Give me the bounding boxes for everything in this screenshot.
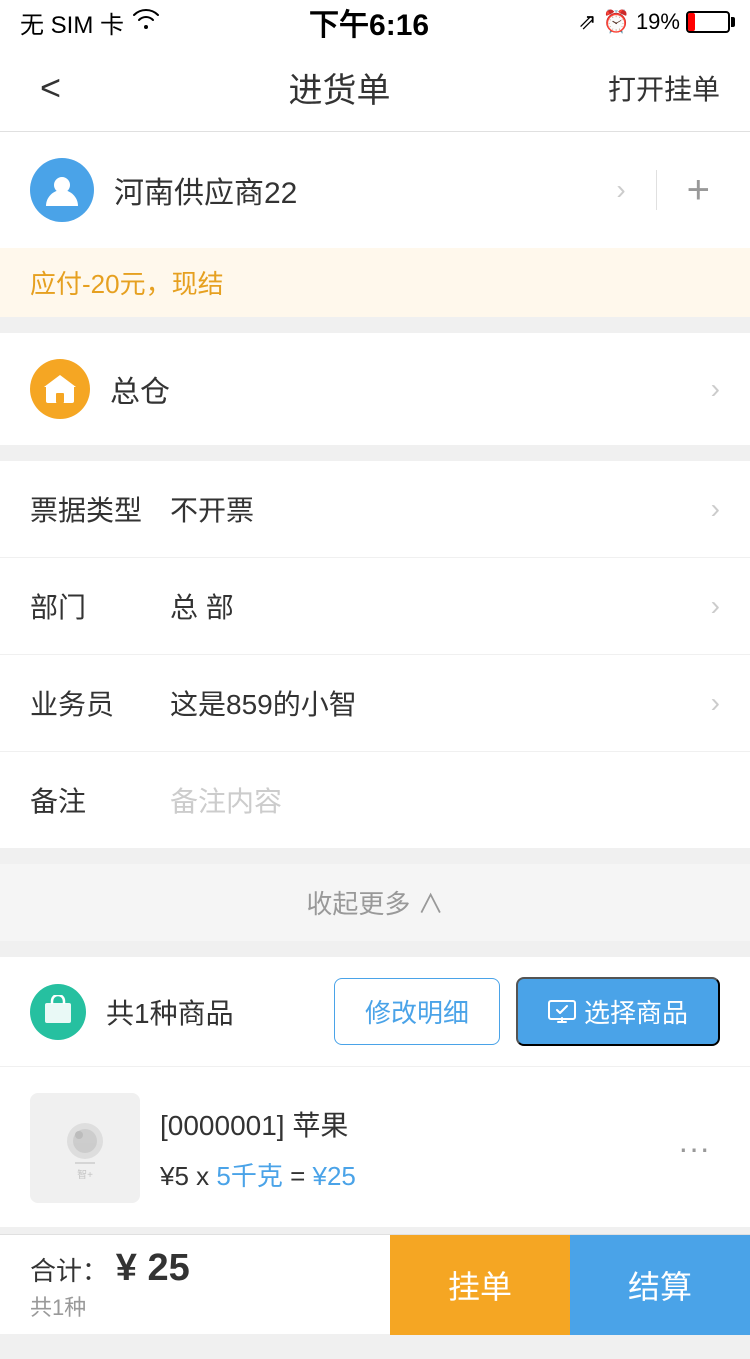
- carrier-text: 无 SIM 卡: [20, 5, 124, 40]
- supplier-name: 河南供应商22: [114, 168, 616, 212]
- department-label: 部门: [30, 586, 150, 626]
- settle-button[interactable]: 结算: [570, 1235, 750, 1335]
- product-item: 智+ [0000001] 苹果 ¥5 x 5千克 = ¥25 ···: [0, 1069, 750, 1227]
- warehouse-name: 总仓: [110, 367, 711, 411]
- svg-text:智+: 智+: [77, 1168, 93, 1181]
- status-right: ⇗ ⏰ 19%: [578, 9, 730, 35]
- supplier-chevron-icon: ›: [616, 174, 625, 206]
- page-title: 进货单: [289, 63, 391, 112]
- supplier-section: 河南供应商22 › + 应付-20元，现结: [0, 132, 750, 317]
- invoice-type-row[interactable]: 票据类型 不开票 ›: [0, 461, 750, 558]
- select-product-button[interactable]: 选择商品: [516, 977, 720, 1046]
- salesman-value: 这是859的小智: [170, 683, 711, 723]
- price-value: ¥5 x: [160, 1161, 216, 1191]
- status-left: 无 SIM 卡: [20, 5, 160, 40]
- total-amount: ¥ 25: [116, 1247, 190, 1289]
- department-value: 总 部: [170, 586, 711, 626]
- nav-bar: < 进货单 打开挂单: [0, 44, 750, 132]
- collapse-row[interactable]: 收起更多 ∧: [0, 864, 750, 941]
- total-section: 合计： ¥ 25 共1种: [0, 1247, 390, 1322]
- battery-icon: [686, 11, 730, 33]
- form-section: 票据类型 不开票 › 部门 总 部 › 业务员 这是859的小智 › 备注 备注…: [0, 461, 750, 848]
- total-label: 合计：: [30, 1256, 108, 1286]
- status-bar: 无 SIM 卡 下午6:16 ⇗ ⏰ 19%: [0, 0, 750, 44]
- status-time: 下午6:16: [309, 0, 429, 44]
- product-code: [0000001] 苹果: [160, 1110, 348, 1141]
- product-info: [0000001] 苹果 ¥5 x 5千克 = ¥25: [160, 1104, 668, 1193]
- alarm-icon: ⏰: [603, 9, 630, 35]
- department-row[interactable]: 部门 总 部 ›: [0, 558, 750, 655]
- remark-input[interactable]: 备注内容: [170, 780, 720, 820]
- invoice-chevron-icon: ›: [711, 493, 720, 525]
- products-icon: [30, 984, 86, 1040]
- hang-order-button[interactable]: 挂单: [390, 1235, 570, 1335]
- select-product-label: 选择商品: [584, 993, 688, 1030]
- product-more-button[interactable]: ···: [668, 1130, 720, 1167]
- invoice-type-label: 票据类型: [30, 489, 150, 529]
- total-value: ¥25: [313, 1161, 356, 1191]
- warehouse-row[interactable]: 总仓 ›: [0, 333, 750, 445]
- quantity-value: 5千克: [216, 1161, 282, 1191]
- salesman-chevron-icon: ›: [711, 687, 720, 719]
- products-count: 共1种商品: [106, 992, 334, 1032]
- product-thumbnail: 智+: [30, 1093, 140, 1203]
- products-section: 共1种商品 修改明细 选择商品 智+: [0, 957, 750, 1227]
- salesman-row[interactable]: 业务员 这是859的小智 ›: [0, 655, 750, 752]
- wifi-icon: [132, 8, 160, 36]
- collapse-text: 收起更多 ∧: [306, 889, 443, 919]
- back-button[interactable]: <: [30, 57, 71, 119]
- supplier-row[interactable]: 河南供应商22 › +: [0, 132, 750, 248]
- remark-label: 备注: [30, 780, 150, 820]
- supplier-avatar: [30, 158, 94, 222]
- battery-percent: 19%: [636, 9, 680, 35]
- location-icon: ⇗: [578, 9, 596, 35]
- total-line: 合计： ¥ 25: [30, 1247, 360, 1290]
- modify-detail-button[interactable]: 修改明细: [334, 978, 500, 1045]
- remark-row[interactable]: 备注 备注内容: [0, 752, 750, 848]
- products-header: 共1种商品 修改明细 选择商品: [0, 957, 750, 1067]
- warehouse-icon: [30, 359, 90, 419]
- total-count: 共1种: [30, 1290, 360, 1322]
- equals-sign: =: [290, 1161, 312, 1191]
- invoice-type-value: 不开票: [170, 489, 711, 529]
- warehouse-chevron-icon: ›: [711, 373, 720, 405]
- info-banner: 应付-20元，现结: [0, 248, 750, 317]
- department-chevron-icon: ›: [711, 590, 720, 622]
- bottom-bar: 合计： ¥ 25 共1种 挂单 结算: [0, 1234, 750, 1334]
- product-price: ¥5 x 5千克 = ¥25: [160, 1156, 668, 1193]
- product-name: [0000001] 苹果: [160, 1104, 668, 1144]
- supplier-divider: [656, 170, 657, 210]
- info-banner-text: 应付-20元，现结: [30, 269, 224, 299]
- add-icon[interactable]: +: [677, 168, 720, 213]
- open-pending-button[interactable]: 打开挂单: [608, 68, 720, 108]
- salesman-label: 业务员: [30, 683, 150, 723]
- main-content: 河南供应商22 › + 应付-20元，现结 总仓 › 票据类型 不开票 ›: [0, 132, 750, 1359]
